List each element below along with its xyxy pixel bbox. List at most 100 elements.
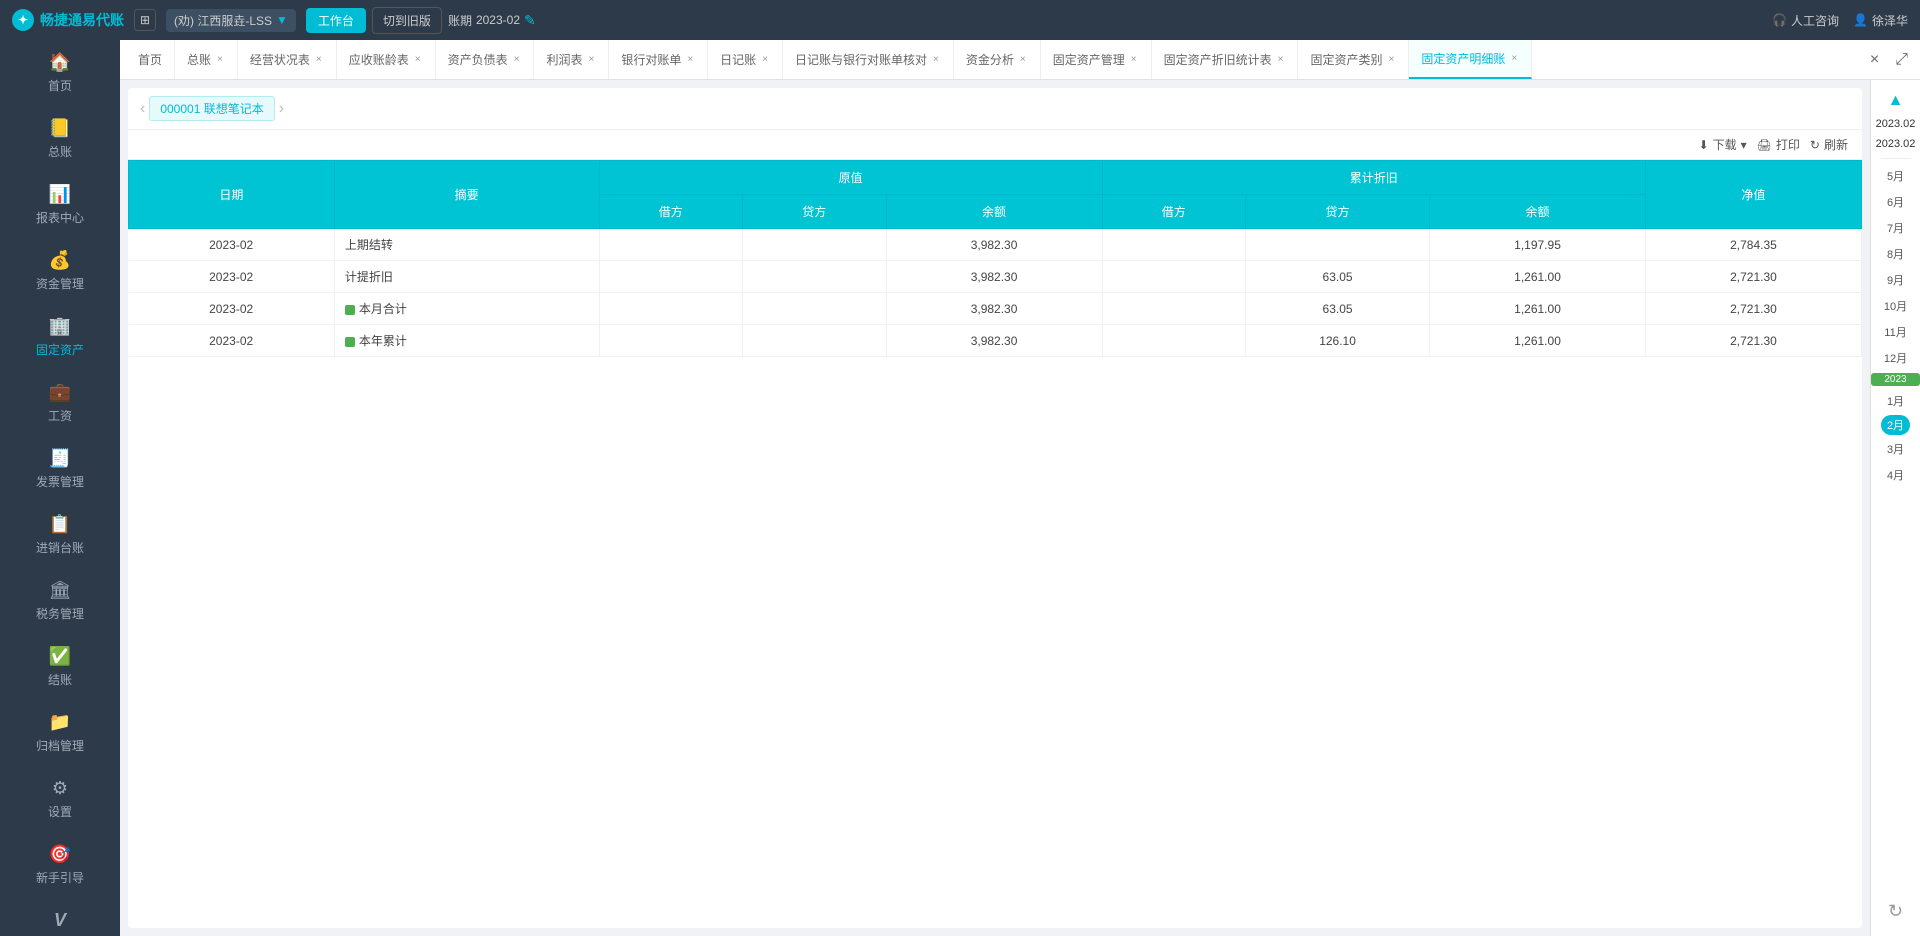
sidebar-item-fixed-assets[interactable]: 🏢 固定资产 (0, 304, 120, 370)
right-panel-month-6[interactable]: 6月 (1871, 189, 1920, 215)
table-row: 2023-02 本月合计 3,982.30 63.05 1,261.00 2,7… (129, 293, 1862, 325)
logo-icon: ✦ (12, 9, 34, 31)
sidebar-item-salary[interactable]: 💼 工资 (0, 370, 120, 436)
tab-ledger[interactable]: 总账 × (175, 40, 238, 79)
tab-fixed-mgmt-close[interactable]: × (1129, 53, 1139, 66)
tab-fund-analysis-close[interactable]: × (1018, 53, 1028, 66)
download-button[interactable]: ⬇ 下载 ▾ (1699, 136, 1747, 153)
tab-journal-label: 日记账 (720, 51, 756, 68)
workbench-button[interactable]: 工作台 (306, 8, 366, 33)
table-row: 2023-02 计提折旧 3,982.30 63.05 1,261.00 2,7… (129, 261, 1862, 293)
th-net-value: 净值 (1645, 161, 1861, 229)
sidebar-item-invoice[interactable]: 🧾 发票管理 (0, 436, 120, 502)
tab-bank-check[interactable]: 日记账与银行对账单核对 × (783, 40, 954, 79)
sidebar-item-home[interactable]: 🏠 首页 (0, 40, 120, 106)
tab-operation[interactable]: 经营状况表 × (238, 40, 337, 79)
print-button[interactable]: 🖨 打印 (1757, 136, 1800, 153)
tab-fixed-detail[interactable]: 固定资产明细账 × (1409, 40, 1532, 79)
right-panel-month-7[interactable]: 7月 (1871, 215, 1920, 241)
sidebar-label-guide: 新手引导 (36, 869, 84, 886)
sidebar-item-capital[interactable]: 💰 资金管理 (0, 238, 120, 304)
tab-operation-label: 经营状况表 (250, 51, 310, 68)
refresh-icon: ↻ (1810, 138, 1820, 152)
cell-accum-balance-3: 1,261.00 (1430, 325, 1646, 357)
right-panel-month-4[interactable]: 4月 (1871, 462, 1920, 488)
support-button[interactable]: 🎧 人工咨询 (1772, 12, 1839, 29)
sub-tab-prev[interactable]: ‹ (140, 100, 145, 118)
right-panel-month-2[interactable]: 2月 (1881, 415, 1910, 435)
tab-depreciation-stat[interactable]: 固定资产折旧统计表 × (1152, 40, 1299, 79)
sub-tab-000001[interactable]: 000001 联想笔记本 (149, 96, 274, 121)
tab-depreciation-stat-close[interactable]: × (1276, 53, 1286, 66)
tab-home[interactable]: 首页 (126, 40, 175, 79)
tab-profit[interactable]: 利润表 × (534, 40, 609, 79)
th-accum-debit: 借方 (1102, 195, 1246, 229)
th-accumulated-depreciation: 累计折旧 (1102, 161, 1645, 195)
sidebar-item-archive[interactable]: 📁 归档管理 (0, 700, 120, 766)
refresh-button[interactable]: ↻ 刷新 (1810, 136, 1848, 153)
guide-icon: 🎯 (49, 844, 71, 865)
right-panel-year-top[interactable]: 2023.02 (1876, 114, 1916, 134)
right-panel-month-8[interactable]: 8月 (1871, 241, 1920, 267)
tab-balance[interactable]: 资产负债表 × (436, 40, 535, 79)
right-panel-divider (1881, 158, 1911, 159)
company-selector[interactable]: (劝) 江西服垚-LSS ▼ (166, 9, 296, 32)
tab-receivable-close[interactable]: × (413, 53, 423, 66)
tab-balance-close[interactable]: × (512, 53, 522, 66)
switch-version-button[interactable]: 切到旧版 (372, 7, 442, 34)
right-panel-month-9[interactable]: 9月 (1871, 267, 1920, 293)
tab-expand-button[interactable]: ⤢ (1889, 49, 1914, 71)
tab-fixed-category[interactable]: 固定资产类别 × (1298, 40, 1409, 79)
tab-fixed-detail-label: 固定资产明细账 (1421, 50, 1505, 67)
sub-tab-next[interactable]: › (279, 100, 284, 118)
tab-fixed-detail-close[interactable]: × (1509, 52, 1519, 65)
right-panel-month-5[interactable]: 5月 (1871, 163, 1920, 189)
right-panel-month-3[interactable]: 3月 (1871, 436, 1920, 462)
sidebar-item-settlement[interactable]: ✅ 结账 (0, 634, 120, 700)
content-area: ‹ 000001 联想笔记本 › ⬇ 下载 ▾ 🖨 打印 (120, 80, 1920, 936)
tab-journal-close[interactable]: × (760, 53, 770, 66)
tab-receivable[interactable]: 应收账龄表 × (337, 40, 436, 79)
tab-operation-close[interactable]: × (314, 53, 324, 66)
tab-profit-close[interactable]: × (586, 53, 596, 66)
sub-tab-000001-label: 000001 联想笔记本 (160, 102, 263, 116)
sidebar-item-ledger[interactable]: 📒 总账 (0, 106, 120, 172)
sidebar-item-settings[interactable]: ⚙ 设置 (0, 766, 120, 832)
tab-bank-stmt[interactable]: 银行对账单 × (609, 40, 708, 79)
tab-fixed-mgmt[interactable]: 固定资产管理 × (1041, 40, 1152, 79)
right-panel-month-11[interactable]: 11月 (1871, 319, 1920, 345)
right-panel-month-10[interactable]: 10月 (1871, 293, 1920, 319)
sidebar-item-tax[interactable]: 🏛 税务管理 (0, 568, 120, 634)
right-panel-period-display[interactable]: 2023.02 (1876, 134, 1916, 154)
user-profile[interactable]: 👤 徐泽华 (1853, 12, 1908, 29)
tab-bank-stmt-close[interactable]: × (685, 53, 695, 66)
tab-bank-check-close[interactable]: × (931, 53, 941, 66)
cell-date-3: 2023-02 (129, 325, 335, 357)
cell-orig-debit-2 (599, 293, 743, 325)
sidebar-item-guide[interactable]: 🎯 新手引导 (0, 832, 120, 898)
cell-accum-balance-1: 1,261.00 (1430, 261, 1646, 293)
tab-ledger-close[interactable]: × (215, 53, 225, 66)
right-panel-scroll-up[interactable]: ▲ (1888, 88, 1904, 114)
row-tag-green (345, 337, 355, 347)
tab-fixed-category-close[interactable]: × (1386, 53, 1396, 66)
tab-close-all-button[interactable]: × (1864, 49, 1885, 71)
right-panel-month-12[interactable]: 12月 (1871, 345, 1920, 371)
period-edit-icon[interactable]: ✎ (524, 12, 536, 29)
tab-profit-label: 利润表 (546, 51, 582, 68)
th-date: 日期 (129, 161, 335, 229)
sidebar-item-sales[interactable]: 📋 进销台账 (0, 502, 120, 568)
right-panel-refresh-icon[interactable]: ↻ (1888, 895, 1903, 928)
tab-bar-actions: × ⤢ (1864, 49, 1914, 71)
sidebar-item-reports[interactable]: 📊 报表中心 (0, 172, 120, 238)
th-orig-debit: 借方 (599, 195, 743, 229)
sidebar-label-capital: 资金管理 (36, 275, 84, 292)
sidebar-item-member[interactable]: V 畅会员 (0, 898, 120, 936)
row-tag-green (345, 305, 355, 315)
ledger-icon: 📒 (49, 118, 71, 139)
tab-journal[interactable]: 日记账 × (708, 40, 783, 79)
right-panel-month-1[interactable]: 1月 (1871, 388, 1920, 414)
tab-fund-analysis[interactable]: 资金分析 × (954, 40, 1041, 79)
copy-icon[interactable]: ⊞ (134, 9, 156, 31)
sidebar-label-fixed-assets: 固定资产 (36, 341, 84, 358)
